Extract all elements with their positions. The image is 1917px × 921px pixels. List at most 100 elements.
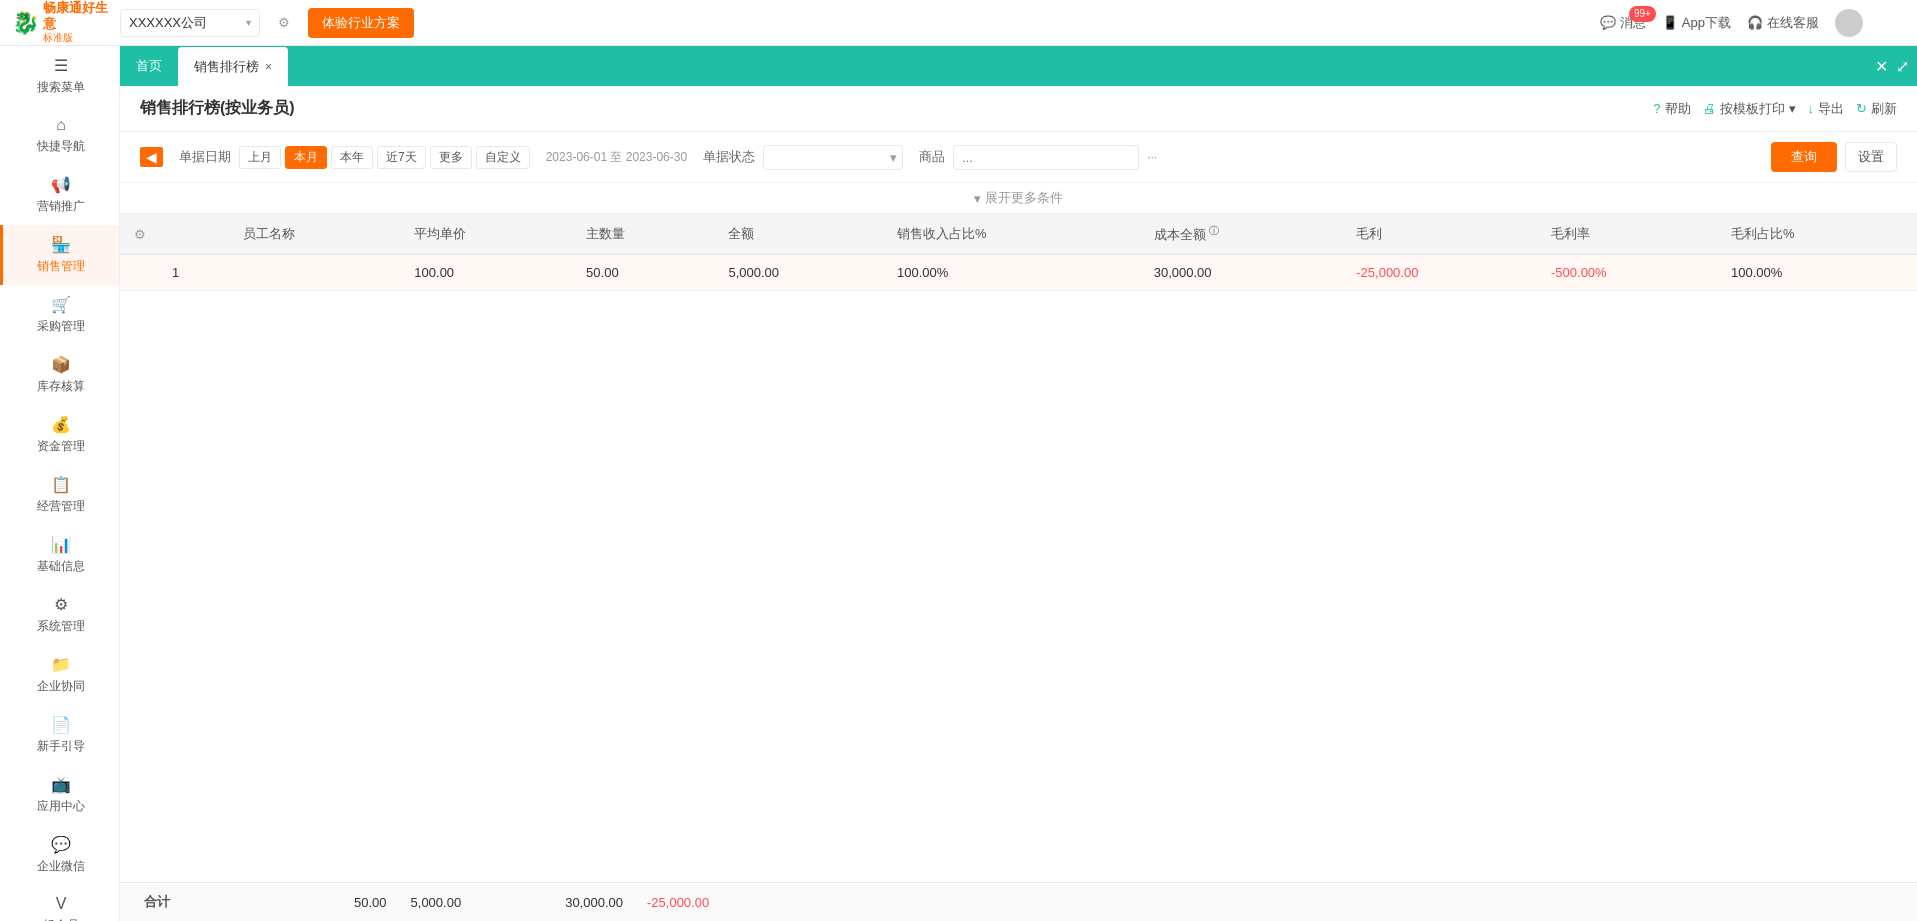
sidebar-item-search[interactable]: ☰ 搜索菜单 — [0, 46, 119, 106]
sidebar-label-search: 搜索菜单 — [37, 79, 85, 96]
status-filter-label: 单据状态 — [703, 148, 755, 166]
row-sales-pct: 100.00% — [885, 255, 1142, 291]
company-name: XXXXXX公司 — [129, 14, 242, 32]
sales-icon: 🏪 — [51, 235, 71, 254]
date-filter: 单据日期 上月 本月 本年 近7天 更多 自定义 — [179, 146, 530, 169]
date-range-text: 2023-06-01 至 2023-06-30 — [546, 149, 687, 166]
col-settings[interactable]: ⚙ — [120, 214, 160, 255]
home-icon: ⌂ — [56, 116, 66, 134]
row-quantity: 50.00 — [574, 255, 716, 291]
date-options: 上月 本月 本年 近7天 更多 自定义 — [239, 146, 530, 169]
app-download-label: App下载 — [1682, 14, 1731, 32]
status-select-wrap — [763, 145, 903, 170]
sidebar-item-system[interactable]: ⚙ 系统管理 — [0, 585, 119, 645]
goods-filter-label: 商品 — [919, 148, 945, 166]
more-button[interactable]: ··· — [1147, 150, 1157, 164]
sidebar-item-collab[interactable]: 📁 企业协同 — [0, 645, 119, 705]
top-bar: 🐉 畅康通好生意 标准版 XXXXXX公司 ▾ ⚙ 体验行业方案 💬 消息 99… — [0, 0, 1917, 46]
tab-home[interactable]: 首页 — [120, 46, 178, 86]
expand-bar: ▾ 展开更多条件 — [120, 183, 1917, 214]
col-gross-pct: 毛利占比% — [1719, 214, 1917, 255]
sidebar: ☰ 搜索菜单 ⌂ 快捷导航 📢 营销推广 🏪 销售管理 🛒 采购管理 📦 库存核… — [0, 46, 120, 921]
export-icon: ↓ — [1808, 101, 1815, 116]
status-select[interactable] — [763, 145, 903, 170]
headset-icon: 🎧 — [1747, 15, 1763, 30]
print-button[interactable]: 🖨 按模板打印 ▾ — [1703, 100, 1796, 118]
sidebar-item-wechat[interactable]: 💬 企业微信 — [0, 825, 119, 885]
company-selector[interactable]: XXXXXX公司 ▾ — [120, 9, 260, 37]
print-label: 按模板打印 — [1720, 100, 1785, 118]
page-title: 销售排行榜(按业务员) — [140, 98, 295, 131]
refresh-button[interactable]: ↻ 刷新 — [1856, 100, 1897, 118]
message-icon-btn[interactable]: 💬 消息 99+ — [1600, 14, 1646, 32]
avatar[interactable] — [1835, 9, 1863, 37]
home-tab-label: 首页 — [136, 57, 162, 75]
chevron-down-icon: ▾ — [246, 17, 251, 28]
sidebar-item-nav[interactable]: ⌂ 快捷导航 — [0, 106, 119, 165]
date-opt-last-month[interactable]: 上月 — [239, 146, 281, 169]
cost-info-icon[interactable]: ⓘ — [1209, 225, 1219, 236]
trial-button[interactable]: 体验行业方案 — [308, 8, 414, 38]
gear-icon: ⚙ — [278, 15, 290, 30]
tab-sales-ranking[interactable]: 销售排行榜 × — [178, 47, 288, 87]
date-opt-7days[interactable]: 近7天 — [377, 146, 426, 169]
footer-quantity: 50.00 — [342, 895, 399, 910]
goods-input[interactable] — [953, 145, 1139, 170]
collapse-button[interactable]: ◀ — [140, 147, 163, 167]
finance-icon: 💰 — [51, 415, 71, 434]
row-gross: -25,000.00 — [1344, 255, 1539, 291]
date-opt-this-year[interactable]: 本年 — [331, 146, 373, 169]
settings-icon-btn[interactable]: ⚙ — [268, 7, 300, 39]
sidebar-item-marketing[interactable]: 📢 营销推广 — [0, 165, 119, 225]
search-icon: ☰ — [54, 56, 68, 75]
sidebar-item-inventory[interactable]: 📦 库存核算 — [0, 345, 119, 405]
message-badge: 99+ — [1629, 6, 1656, 22]
sidebar-label-inventory: 库存核算 — [37, 378, 85, 395]
goods-filter: 商品 ··· — [919, 145, 1157, 170]
online-service-btn[interactable]: 🎧 在线客服 — [1747, 14, 1819, 32]
sidebar-item-guide[interactable]: 📄 新手引导 — [0, 705, 119, 765]
sidebar-label-purchase: 采购管理 — [37, 318, 85, 335]
sidebar-item-purchase[interactable]: 🛒 采购管理 — [0, 285, 119, 345]
app-logo: 🐉 畅康通好生意 标准版 — [12, 0, 112, 45]
export-label: 导出 — [1818, 100, 1844, 118]
sidebar-item-management[interactable]: 📋 经营管理 — [0, 465, 119, 525]
sidebar-item-sales[interactable]: 🏪 销售管理 — [0, 225, 119, 285]
date-filter-label: 单据日期 — [179, 148, 231, 166]
row-settings — [120, 255, 160, 291]
col-gross-rate: 毛利率 — [1539, 214, 1719, 255]
help-button[interactable]: ? 帮助 — [1653, 100, 1690, 118]
col-quantity: 主数量 — [574, 214, 716, 255]
refresh-icon: ↻ — [1856, 101, 1867, 116]
sidebar-item-member[interactable]: V 畅会员 — [0, 885, 119, 921]
app-name: 畅康通好生意 — [43, 0, 112, 31]
footer-label: 合计 — [132, 893, 182, 911]
maximize-icon[interactable]: ⤢ — [1896, 57, 1909, 76]
content-area: 首页 销售排行榜 × ✕ ⤢ 销售排行榜(按业务员) ? 帮助 — [120, 46, 1917, 921]
date-opt-this-month[interactable]: 本月 — [285, 146, 327, 169]
footer-gross: -25,000.00 — [635, 895, 721, 910]
sidebar-item-appcenter[interactable]: 📺 应用中心 — [0, 765, 119, 825]
date-opt-custom[interactable]: 自定义 — [476, 146, 530, 169]
print-icon: 🖨 — [1703, 101, 1716, 116]
top-bar-right: 💬 消息 99+ 📱 App下载 🎧 在线客服 — [1600, 9, 1905, 37]
help-label: 帮助 — [1665, 100, 1691, 118]
sidebar-item-finance[interactable]: 💰 资金管理 — [0, 405, 119, 465]
tab-close-icon[interactable]: × — [265, 60, 272, 74]
page-container: 销售排行榜(按业务员) ? 帮助 🖨 按模板打印 ▾ ↓ 导出 — [120, 86, 1917, 921]
close-window-icon[interactable]: ✕ — [1875, 57, 1888, 76]
query-button[interactable]: 查询 — [1771, 142, 1837, 172]
date-opt-more[interactable]: 更多 — [430, 146, 472, 169]
export-button[interactable]: ↓ 导出 — [1808, 100, 1845, 118]
sidebar-label-marketing: 营销推广 — [37, 198, 85, 215]
basic-icon: 📊 — [51, 535, 71, 554]
guide-icon: 📄 — [51, 715, 71, 734]
sidebar-label-basic: 基础信息 — [37, 558, 85, 575]
settings-small-button[interactable]: 设置 — [1845, 142, 1897, 172]
page-header-actions: ? 帮助 🖨 按模板打印 ▾ ↓ 导出 ↻ 刷新 — [1653, 100, 1897, 130]
app-download-btn[interactable]: 📱 App下载 — [1662, 14, 1731, 32]
sidebar-label-collab: 企业协同 — [37, 678, 85, 695]
expand-button[interactable]: ▾ 展开更多条件 — [974, 189, 1063, 207]
sidebar-item-basic[interactable]: 📊 基础信息 — [0, 525, 119, 585]
expand-label: 展开更多条件 — [985, 189, 1063, 207]
